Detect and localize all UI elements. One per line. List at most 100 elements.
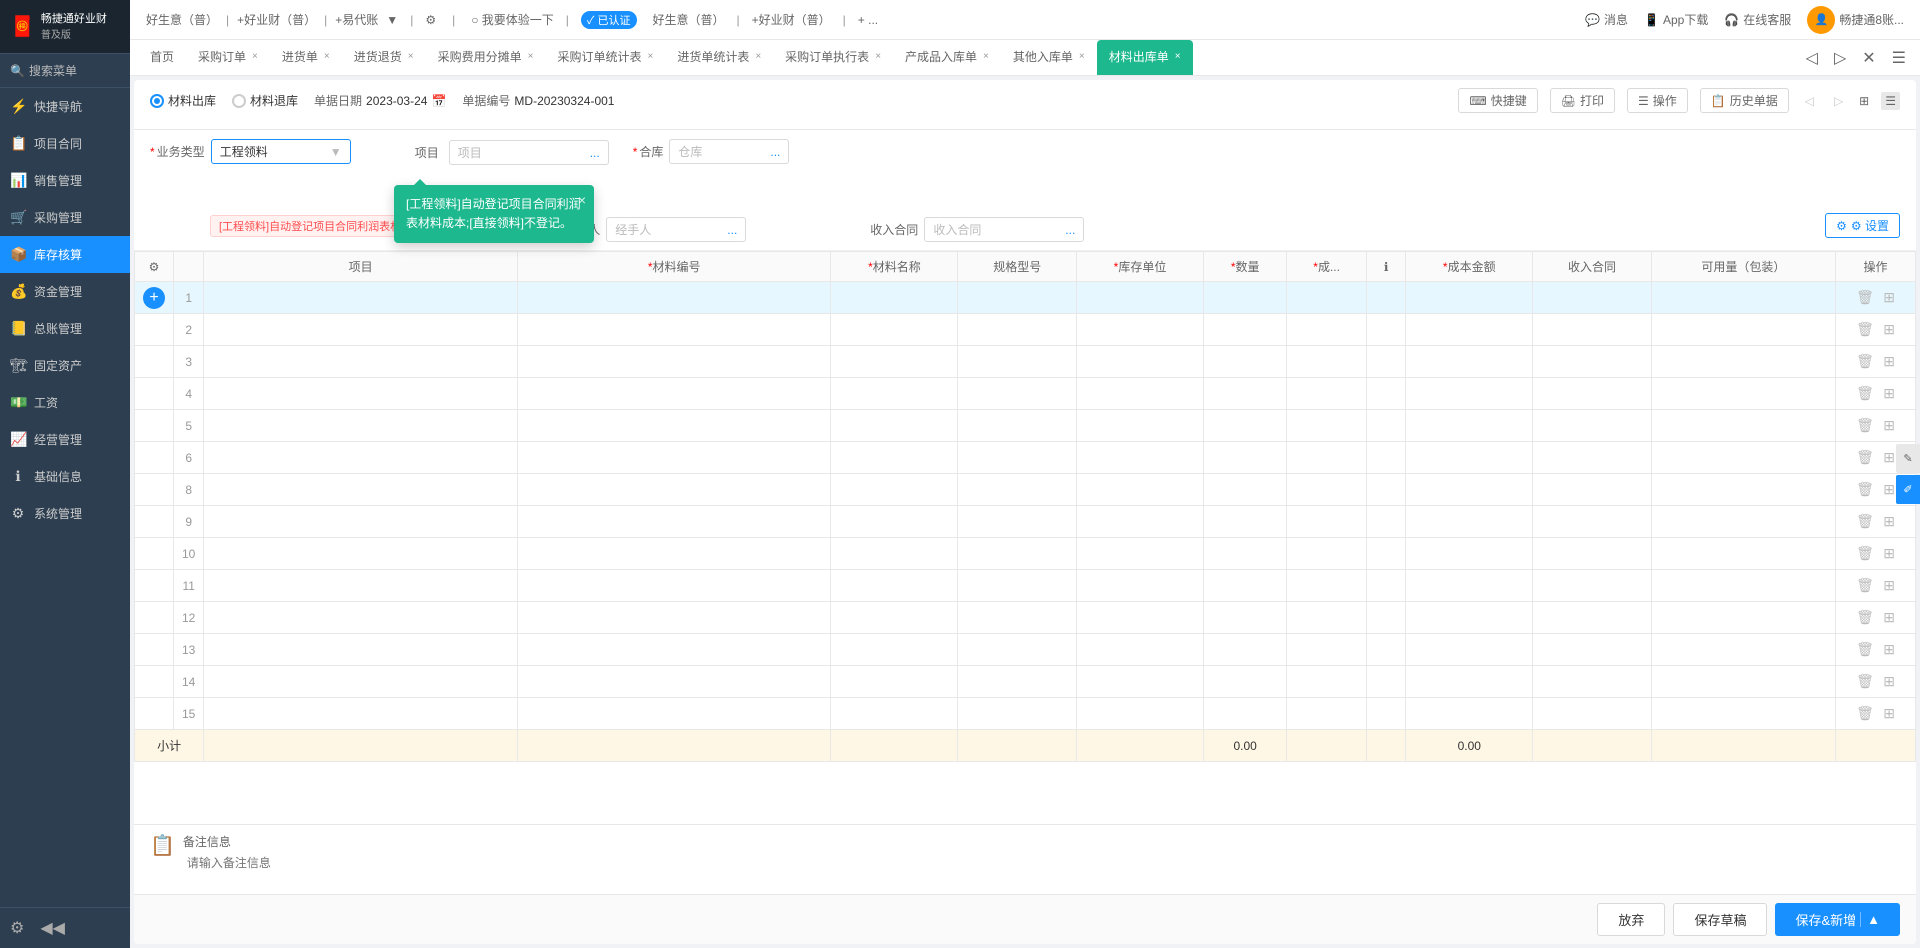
col-available-header[interactable]: 可用量（包装） [1651,252,1835,282]
cost-amount-cell[interactable] [1406,506,1533,538]
save-new-dropdown-icon[interactable]: ▲ [1860,912,1880,927]
cost-amount-cell[interactable] [1406,634,1533,666]
spec-cell[interactable] [958,314,1077,346]
cost-cell[interactable] [1287,666,1367,698]
available-cell[interactable] [1651,634,1835,666]
tab-other-warehousing[interactable]: 其他入库单 × [1001,40,1097,76]
quantity-cell[interactable] [1204,378,1287,410]
tab-incoming-stats[interactable]: 进货单统计表 × [665,40,773,76]
tooltip-close-btn[interactable]: × [578,189,586,211]
available-cell[interactable] [1651,538,1835,570]
quantity-cell[interactable] [1204,442,1287,474]
tab-close-icon[interactable]: × [1175,51,1181,62]
income-contract-cell[interactable] [1533,346,1652,378]
discard-btn[interactable]: 放弃 [1597,903,1665,936]
tab-close-icon[interactable]: × [408,51,414,62]
project-cell[interactable] [204,346,518,378]
tab-material-outbound[interactable]: 材料出库单 × [1097,40,1193,76]
col-quantity-header[interactable]: *数量 [1204,252,1287,282]
project-cell[interactable] [204,410,518,442]
settings-icon[interactable]: ⚙ [425,13,436,27]
settings-button[interactable]: ⚙ ⚙ 设置 [1825,213,1900,238]
business-type-input[interactable]: 工程领料 ▼ [211,139,351,164]
delete-row-btn[interactable]: 🗑 [1853,511,1877,532]
col-income-contract-header[interactable]: 收入合同 [1533,252,1652,282]
delete-row-btn[interactable]: 🗑 [1853,447,1877,468]
spec-cell[interactable] [958,538,1077,570]
quantity-cell[interactable] [1204,666,1287,698]
tab-purchase-stats[interactable]: 采购订单统计表 × [545,40,665,76]
delete-row-btn[interactable]: 🗑 [1853,575,1877,596]
unit-cell[interactable] [1077,570,1204,602]
available-cell[interactable] [1651,666,1835,698]
unit-cell[interactable] [1077,634,1204,666]
tab-close-icon[interactable]: × [252,51,258,62]
spec-cell[interactable] [958,474,1077,506]
income-contract-cell[interactable] [1533,506,1652,538]
tab-incoming-return[interactable]: 进货退货 × [342,40,426,76]
copy-row-btn[interactable]: ⊞ [1880,511,1898,532]
material-name-cell[interactable] [831,666,958,698]
sidebar-item-salary[interactable]: 💵 工资 [0,384,130,421]
radio-material-return[interactable]: 材料退库 [232,92,298,109]
cost-cell[interactable] [1287,602,1367,634]
tab-purchase-order[interactable]: 采购订单 × [186,40,270,76]
right-panel-btn2[interactable]: ✐ [1896,475,1920,504]
available-cell[interactable] [1651,602,1835,634]
col-material-name-header[interactable]: *材料名称 [831,252,958,282]
material-name-cell[interactable] [831,442,958,474]
material-name-cell[interactable] [831,570,958,602]
unit-cell[interactable] [1077,346,1204,378]
copy-row-btn[interactable]: ⊞ [1880,543,1898,564]
quantity-cell[interactable] [1204,346,1287,378]
project-cell[interactable] [204,602,518,634]
app-download-btn[interactable]: 📱 App下载 [1644,11,1708,28]
tab-prev-icon[interactable]: ◁ [1800,46,1824,70]
available-cell[interactable] [1651,314,1835,346]
unit-cell[interactable] [1077,314,1204,346]
project-cell[interactable] [204,538,518,570]
project-dots[interactable]: ... [590,146,600,160]
delete-row-btn[interactable]: 🗑 [1853,383,1877,404]
material-code-cell[interactable] [517,346,831,378]
spec-cell[interactable] [958,570,1077,602]
unit-cell[interactable] [1077,282,1204,314]
delete-row-btn[interactable]: 🗑 [1853,319,1877,340]
copy-row-btn[interactable]: ⊞ [1880,319,1898,340]
project-cell[interactable] [204,282,518,314]
warehouse-dots[interactable]: ... [770,145,780,159]
copy-row-btn[interactable]: ⊞ [1880,703,1898,724]
material-code-cell[interactable] [517,474,831,506]
spec-cell[interactable] [958,506,1077,538]
calendar-icon[interactable]: 📅 [431,94,446,108]
income-contract-cell[interactable] [1533,538,1652,570]
income-contract-cell[interactable] [1533,570,1652,602]
copy-row-btn[interactable]: ⊞ [1880,575,1898,596]
col-settings-header[interactable]: ⚙ [135,252,174,282]
spec-cell[interactable] [958,634,1077,666]
project-cell[interactable] [204,442,518,474]
material-code-cell[interactable] [517,634,831,666]
material-name-cell[interactable] [831,314,958,346]
tab-purchase-exec[interactable]: 采购订单执行表 × [773,40,893,76]
available-cell[interactable] [1651,698,1835,730]
copy-row-btn[interactable]: ⊞ [1880,383,1898,404]
cost-cell[interactable] [1287,634,1367,666]
material-name-cell[interactable] [831,378,958,410]
income-contract-cell[interactable] [1533,698,1652,730]
cost-cell[interactable] [1287,538,1367,570]
cost-amount-cell[interactable] [1406,474,1533,506]
col-unit-header[interactable]: *库存单位 [1077,252,1204,282]
cost-cell[interactable] [1287,346,1367,378]
col-cost-header[interactable]: *成... [1287,252,1367,282]
sidebar-item-basicinfo[interactable]: ℹ 基础信息 [0,458,130,495]
delete-row-btn[interactable]: 🗑 [1853,479,1877,500]
spec-cell[interactable] [958,442,1077,474]
quantity-cell[interactable] [1204,314,1287,346]
material-code-cell[interactable] [517,538,831,570]
col-project-header[interactable]: 项目 [204,252,518,282]
quantity-cell[interactable] [1204,506,1287,538]
cost-cell[interactable] [1287,570,1367,602]
operations-btn[interactable]: ☰ 操作 [1627,88,1688,113]
material-code-input[interactable] [526,291,823,305]
